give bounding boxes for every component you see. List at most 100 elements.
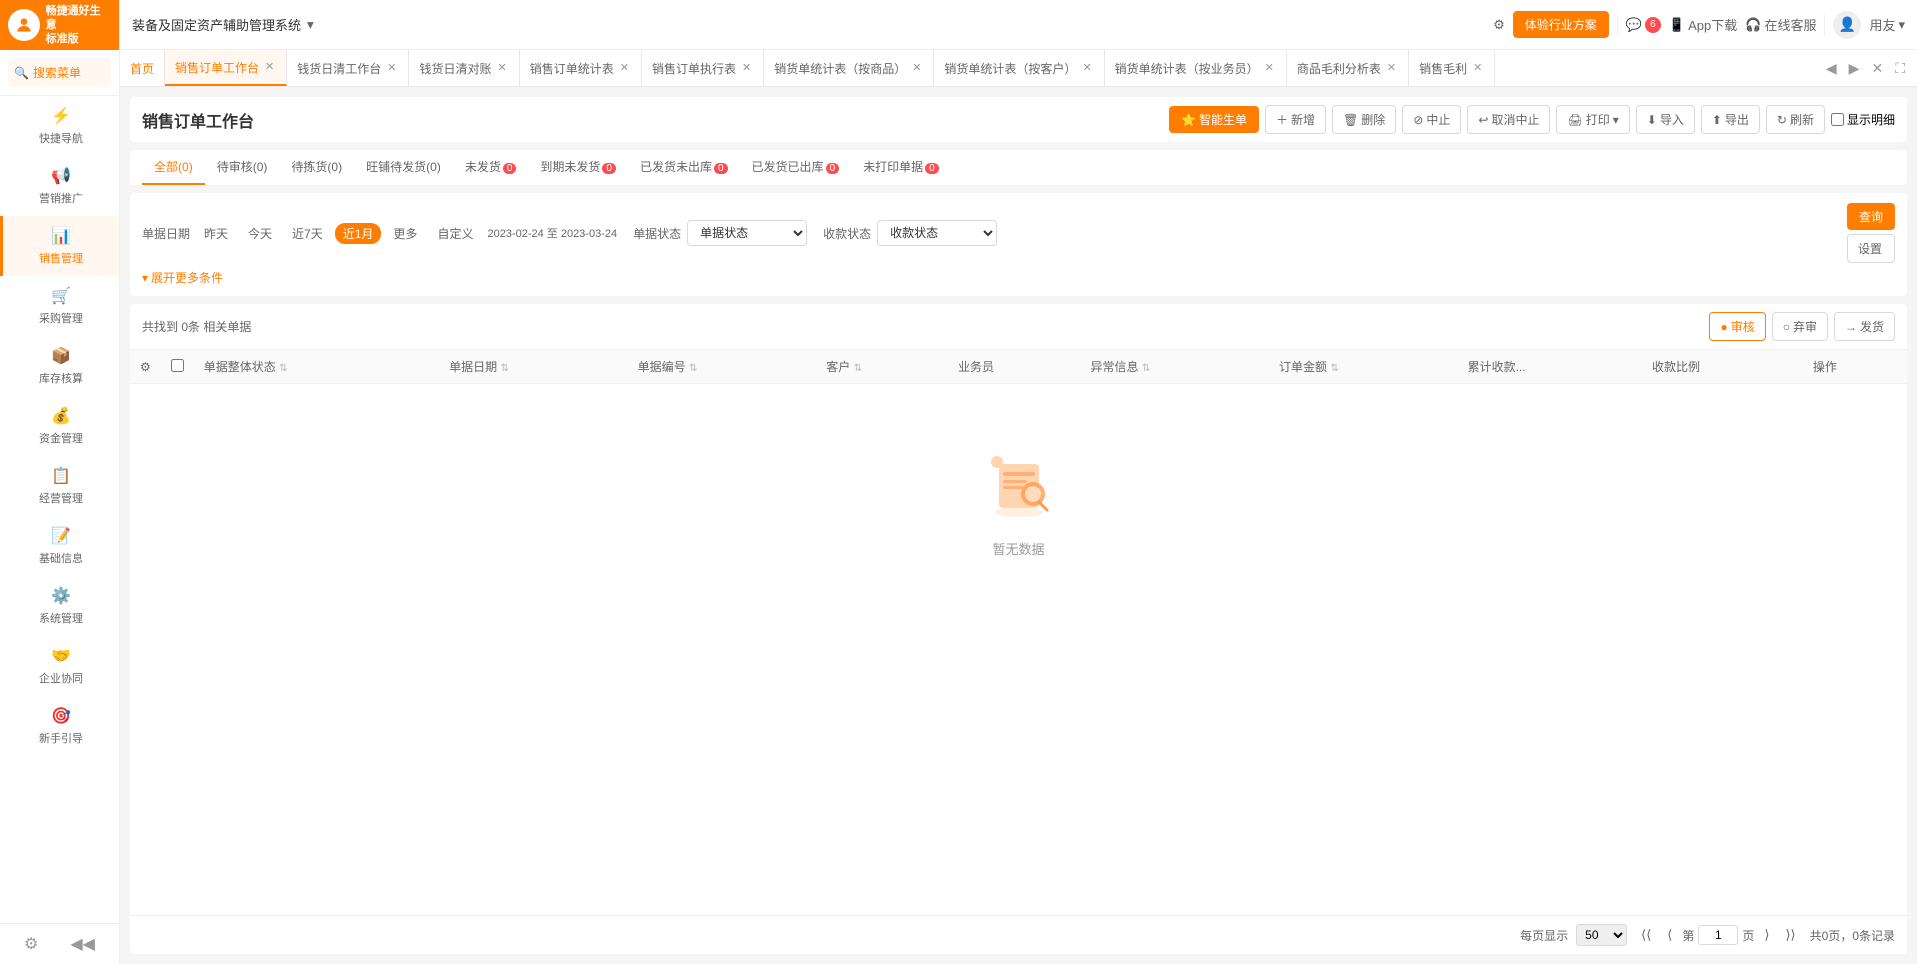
search-menu-button[interactable]: 🔍 搜索菜单: [8, 58, 111, 87]
first-page-button[interactable]: ⟨⟨: [1635, 925, 1657, 945]
date-option-today[interactable]: 今天: [240, 223, 280, 244]
app-download-button[interactable]: 📱 App下载: [1669, 15, 1737, 34]
payment-filter-select[interactable]: 收款状态: [877, 220, 997, 246]
sidebar-item-quick-nav[interactable]: ⚡ 快捷导航: [0, 96, 119, 156]
sidebar-item-sales[interactable]: 📊 销售管理: [0, 216, 119, 276]
sub-tab-shipped-not-out[interactable]: 已发货未出库0: [628, 150, 740, 185]
export-button[interactable]: ⬆ 导出: [1701, 105, 1760, 134]
review-button[interactable]: ● 审核: [1709, 312, 1765, 341]
cancel-review-button[interactable]: ○ 弃审: [1772, 312, 1828, 341]
date-option-more[interactable]: 更多: [385, 223, 425, 244]
select-all-checkbox[interactable]: [171, 359, 184, 372]
sidebar-item-finance[interactable]: 💰 资金管理: [0, 396, 119, 456]
smart-create-button[interactable]: ⭐ 智能生单: [1169, 106, 1259, 133]
expand-filter-button[interactable]: ▾ 展开更多条件: [142, 269, 1895, 286]
sidebar-item-operations[interactable]: 📋 经营管理: [0, 456, 119, 516]
close-tab-cash-daily[interactable]: ✕: [385, 62, 398, 75]
industry-solution-button[interactable]: 体验行业方案: [1513, 11, 1609, 38]
page-number-input[interactable]: [1698, 925, 1738, 945]
system-dropdown-button[interactable]: ▾: [307, 17, 314, 33]
sub-tab-not-printed[interactable]: 未打印单据0: [851, 150, 951, 185]
add-button[interactable]: ＋ 新增: [1265, 105, 1326, 134]
th-number[interactable]: 单据编号 ⇅: [628, 350, 817, 384]
sidebar-item-enterprise[interactable]: 🤝 企业协同: [0, 636, 119, 696]
tab-controls: ◀ ▶ ✕ ⛶: [1814, 58, 1917, 79]
ship-action-button[interactable]: → 发货: [1834, 312, 1895, 341]
message-button[interactable]: 💬 6: [1626, 17, 1661, 33]
refresh-button[interactable]: ↻ 刷新: [1766, 105, 1825, 134]
sidebar-item-purchase[interactable]: 🛒 采购管理: [0, 276, 119, 336]
close-tab-sales-workbench[interactable]: ✕: [263, 61, 276, 74]
tab-sales-summary-product[interactable]: 销货单统计表（按商品） ✕: [764, 50, 934, 86]
purchase-icon: 🛒: [51, 286, 71, 306]
tab-scroll-left[interactable]: ◀: [1822, 58, 1841, 79]
close-tab-product-margin[interactable]: ✕: [1385, 62, 1398, 75]
close-tab-sales-summary-product[interactable]: ✕: [910, 62, 923, 75]
sidebar-item-guide[interactable]: 🎯 新手引导: [0, 696, 119, 756]
maximize-tab[interactable]: ⛶: [1891, 58, 1909, 79]
sidebar-item-system[interactable]: ⚙️ 系统管理: [0, 576, 119, 636]
last-page-button[interactable]: ⟩⟩: [1779, 925, 1801, 945]
sub-tab-pending-pickup[interactable]: 待拣货(0): [279, 150, 354, 185]
tab-cash-daily[interactable]: 钱货日清工作台 ✕: [287, 50, 409, 86]
sidebar-item-basic[interactable]: 📝 基础信息: [0, 516, 119, 576]
sub-tab-wangpu-pending[interactable]: 旺铺待发货(0): [354, 150, 453, 185]
close-tab-cash-reconcile[interactable]: ✕: [496, 62, 509, 75]
cancel-stop-button[interactable]: ↩ 取消中止: [1467, 105, 1550, 134]
close-tab-sales-summary-staff[interactable]: ✕: [1263, 62, 1276, 75]
date-filter-group: 单据日期 昨天 今天 近7天 近1月 更多 自定义 2023-02-24 至 2…: [142, 223, 617, 244]
close-tab-sales-summary-customer[interactable]: ✕: [1080, 62, 1093, 75]
settings-filter-button[interactable]: 设置: [1847, 234, 1895, 263]
th-collected[interactable]: 累计收款...: [1458, 350, 1642, 384]
date-option-last1month[interactable]: 近1月: [335, 223, 382, 244]
th-date[interactable]: 单据日期 ⇅: [439, 350, 628, 384]
show-detail-label[interactable]: 显示明细: [1831, 111, 1895, 128]
tab-sales-gross[interactable]: 销售毛利 ✕: [1409, 50, 1495, 86]
tab-sales-stat[interactable]: 销售订单统计表 ✕: [520, 50, 642, 86]
close-tab-sales-exec[interactable]: ✕: [740, 62, 753, 75]
import-button[interactable]: ⬇ 导入: [1636, 105, 1695, 134]
stop-button[interactable]: ⊘ 中止: [1402, 105, 1461, 134]
th-amount[interactable]: 订单金额 ⇅: [1269, 350, 1458, 384]
sidebar-item-inventory[interactable]: 📦 库存核算: [0, 336, 119, 396]
empty-state: 暂无数据: [130, 384, 1907, 618]
settings-bottom-button[interactable]: ⚙: [20, 932, 42, 956]
close-tab-sales-gross[interactable]: ✕: [1471, 62, 1484, 75]
close-all-tabs[interactable]: ✕: [1867, 58, 1887, 79]
tab-product-margin[interactable]: 商品毛利分析表 ✕: [1287, 50, 1409, 86]
tab-sales-summary-customer[interactable]: 销货单统计表（按客户） ✕: [934, 50, 1104, 86]
collapse-sidebar-button[interactable]: ◀◀: [66, 932, 99, 956]
prev-page-button[interactable]: ⟨: [1661, 925, 1678, 945]
delete-button[interactable]: 🗑 删除: [1332, 105, 1396, 134]
status-filter-select[interactable]: 单据状态: [687, 220, 807, 246]
sales-icon: 📊: [51, 226, 71, 246]
th-status: 单据整体状态 ⇅: [194, 350, 439, 384]
th-customer[interactable]: 客户 ⇅: [816, 350, 948, 384]
print-button[interactable]: 🖨 打印 ▾: [1556, 105, 1629, 134]
sidebar-search[interactable]: 🔍 搜索菜单: [0, 50, 119, 96]
show-detail-checkbox[interactable]: [1831, 113, 1844, 126]
sub-tab-overdue-not-shipped[interactable]: 到期未发货0: [528, 150, 628, 185]
sub-tab-pending-review[interactable]: 待审核(0): [205, 150, 280, 185]
date-option-custom[interactable]: 自定义: [429, 223, 481, 244]
sub-tab-not-shipped[interactable]: 未发货0: [453, 150, 529, 185]
tab-sales-exec[interactable]: 销售订单执行表 ✕: [642, 50, 764, 86]
user-menu-button[interactable]: 用友 ▾: [1869, 15, 1905, 34]
tab-scroll-right[interactable]: ▶: [1845, 58, 1864, 79]
tab-sales-workbench[interactable]: 销售订单工作台 ✕: [165, 50, 287, 86]
settings-icon-button[interactable]: ⚙: [1493, 17, 1505, 33]
sub-tab-all[interactable]: 全部(0): [142, 150, 205, 185]
tab-home[interactable]: 首页: [120, 50, 165, 86]
sub-tab-shipped-out[interactable]: 已发货已出库0: [740, 150, 852, 185]
tab-cash-reconcile[interactable]: 钱货日清对账 ✕: [409, 50, 519, 86]
close-tab-sales-stat[interactable]: ✕: [618, 62, 631, 75]
tab-sales-summary-staff[interactable]: 销货单统计表（按业务员） ✕: [1105, 50, 1287, 86]
query-button[interactable]: 查询: [1847, 203, 1895, 230]
online-service-button[interactable]: 🎧 在线客服: [1745, 15, 1816, 34]
page-size-select[interactable]: 50 10 20 100: [1576, 924, 1627, 946]
column-settings-icon[interactable]: ⚙: [140, 360, 151, 374]
sidebar-item-marketing[interactable]: 📢 营销推广: [0, 156, 119, 216]
next-page-button[interactable]: ⟩: [1758, 925, 1775, 945]
date-option-last7[interactable]: 近7天: [284, 223, 331, 244]
date-option-yesterday[interactable]: 昨天: [196, 223, 236, 244]
